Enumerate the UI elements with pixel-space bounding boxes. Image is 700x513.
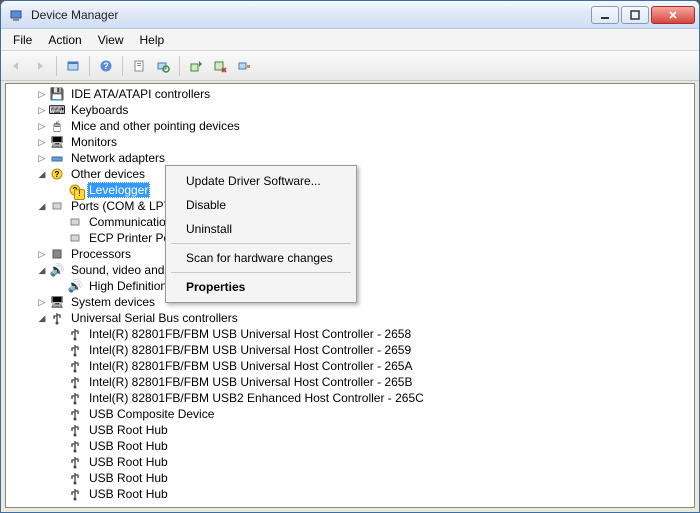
app-icon (9, 7, 25, 23)
tree-item-usb[interactable]: ◢Universal Serial Bus controllers (10, 310, 690, 326)
tree-item-mice[interactable]: ▷🖱Mice and other pointing devices (10, 118, 690, 134)
titlebar[interactable]: Device Manager (1, 1, 699, 29)
ctx-scan[interactable]: Scan for hardware changes (168, 246, 354, 270)
tree-item-usb-roothub[interactable]: USB Root Hub (10, 454, 690, 470)
sound-icon: 🔊 (67, 278, 83, 294)
context-menu: Update Driver Software... Disable Uninst… (165, 165, 357, 303)
ctx-update-driver[interactable]: Update Driver Software... (168, 169, 354, 193)
close-button[interactable] (651, 6, 695, 24)
usb-icon (67, 470, 83, 486)
separator (179, 56, 180, 76)
usb-icon (67, 326, 83, 342)
usb-icon (49, 310, 65, 326)
back-button (5, 55, 27, 77)
expand-icon[interactable]: ▷ (36, 296, 48, 308)
usb-icon (67, 358, 83, 374)
mouse-icon: 🖱 (49, 118, 65, 134)
enable-button[interactable] (233, 55, 255, 77)
svg-text:?: ? (55, 170, 60, 179)
usb-icon (67, 390, 83, 406)
expand-icon[interactable]: ▷ (36, 248, 48, 260)
menubar: File Action View Help (1, 29, 699, 51)
maximize-button[interactable] (621, 6, 649, 24)
separator (171, 243, 351, 244)
properties-button[interactable] (128, 55, 150, 77)
tree-item-usb-host[interactable]: Intel(R) 82801FB/FBM USB Universal Host … (10, 358, 690, 374)
collapse-icon[interactable]: ◢ (36, 264, 48, 276)
tree-item-usb-host[interactable]: Intel(R) 82801FB/FBM USB2 Enhanced Host … (10, 390, 690, 406)
sound-icon: 🔊 (49, 262, 65, 278)
tree-item-ide[interactable]: ▷💾IDE ATA/ATAPI controllers (10, 86, 690, 102)
tree-item-usb-roothub[interactable]: USB Root Hub (10, 438, 690, 454)
system-icon: 🖥 (49, 294, 65, 310)
window-title: Device Manager (31, 8, 589, 22)
network-icon (49, 150, 65, 166)
separator (89, 56, 90, 76)
separator (56, 56, 57, 76)
menu-file[interactable]: File (5, 31, 40, 49)
menu-help[interactable]: Help (132, 31, 173, 49)
svg-text:?: ? (73, 186, 78, 195)
menu-action[interactable]: Action (40, 31, 89, 49)
expand-icon[interactable]: ▷ (36, 152, 48, 164)
tree-item-usb-roothub[interactable]: USB Root Hub (10, 422, 690, 438)
svg-text:?: ? (103, 61, 109, 71)
tree-item-usb-roothub[interactable]: USB Root Hub (10, 486, 690, 502)
port-icon (67, 214, 83, 230)
collapse-icon[interactable]: ◢ (36, 200, 48, 212)
usb-icon (67, 454, 83, 470)
expand-icon[interactable]: ▷ (36, 136, 48, 148)
tree-item-usb-host[interactable]: Intel(R) 82801FB/FBM USB Universal Host … (10, 374, 690, 390)
tree-item-keyboards[interactable]: ▷⌨Keyboards (10, 102, 690, 118)
expand-icon[interactable]: ▷ (36, 88, 48, 100)
port-icon (67, 230, 83, 246)
usb-icon (67, 438, 83, 454)
tree-item-usb-composite[interactable]: USB Composite Device (10, 406, 690, 422)
usb-icon (67, 422, 83, 438)
expand-icon[interactable]: ▷ (36, 120, 48, 132)
toolbar: ? (1, 51, 699, 81)
scan-button[interactable] (152, 55, 174, 77)
keyboard-icon: ⌨ (49, 102, 65, 118)
forward-button (29, 55, 51, 77)
uninstall-button[interactable] (209, 55, 231, 77)
tree-item-usb-host[interactable]: Intel(R) 82801FB/FBM USB Universal Host … (10, 326, 690, 342)
ctx-uninstall[interactable]: Uninstall (168, 217, 354, 241)
device-manager-window: Device Manager File Action View Help ? ▷… (0, 0, 700, 513)
tree-item-usb-roothub[interactable]: USB Root Hub (10, 470, 690, 486)
ide-icon: 💾 (49, 86, 65, 102)
menu-view[interactable]: View (90, 31, 132, 49)
tree-item-label: Levelogger (87, 182, 150, 198)
monitor-icon: 🖥 (49, 134, 65, 150)
collapse-icon[interactable]: ◢ (36, 312, 48, 324)
window-buttons (589, 6, 695, 24)
port-icon (49, 198, 65, 214)
ctx-disable[interactable]: Disable (168, 193, 354, 217)
collapse-icon[interactable]: ◢ (36, 168, 48, 180)
cpu-icon (49, 246, 65, 262)
tree-item-network[interactable]: ▷Network adapters (10, 150, 690, 166)
usb-icon (67, 486, 83, 502)
help-button[interactable]: ? (95, 55, 117, 77)
show-hidden-button[interactable] (62, 55, 84, 77)
tree-item-usb-host[interactable]: Intel(R) 82801FB/FBM USB Universal Host … (10, 342, 690, 358)
expand-icon[interactable]: ▷ (36, 104, 48, 116)
tree-item-monitors[interactable]: ▷🖥Monitors (10, 134, 690, 150)
usb-icon (67, 374, 83, 390)
usb-icon (67, 342, 83, 358)
minimize-button[interactable] (591, 6, 619, 24)
usb-icon (67, 406, 83, 422)
unknown-device-icon: ? (67, 182, 83, 198)
other-icon: ? (49, 166, 65, 182)
separator (171, 272, 351, 273)
update-driver-button[interactable] (185, 55, 207, 77)
separator (122, 56, 123, 76)
ctx-properties[interactable]: Properties (168, 275, 354, 299)
